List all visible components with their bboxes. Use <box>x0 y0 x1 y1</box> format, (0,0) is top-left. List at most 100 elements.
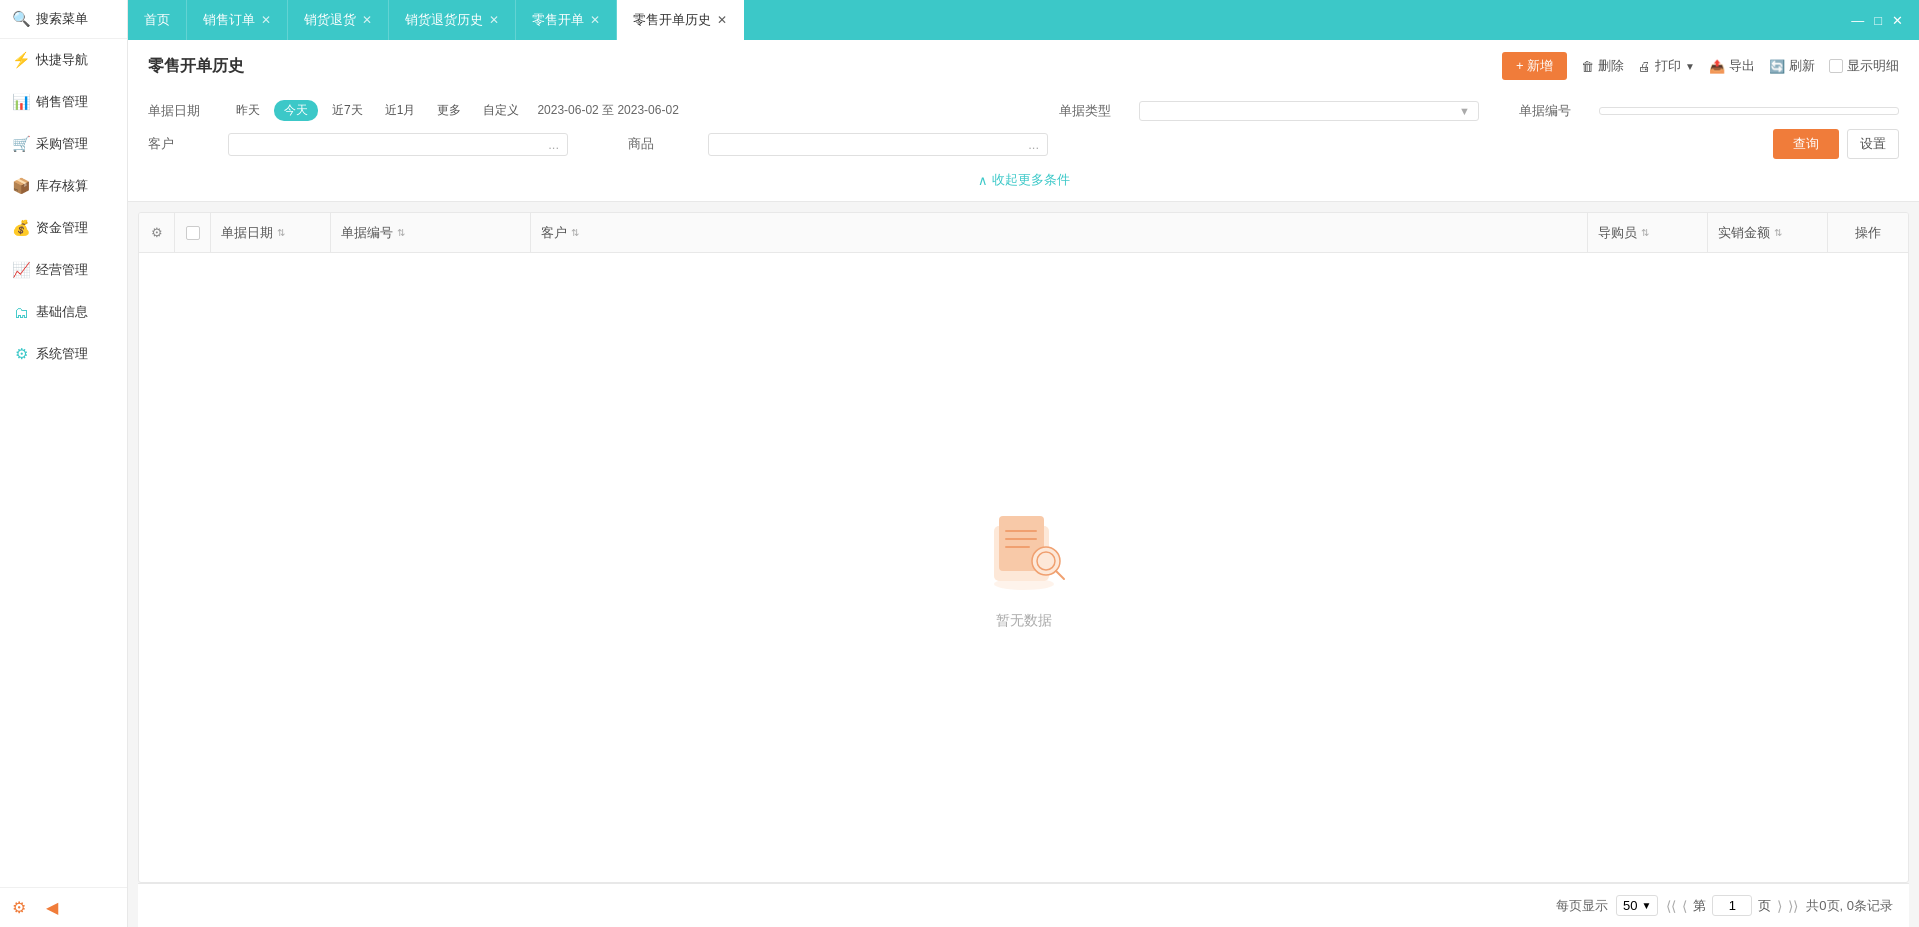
date-range-display: 2023-06-02 至 2023-06-02 <box>537 102 678 119</box>
customer-filter-input[interactable]: ... <box>228 133 568 156</box>
settings-button[interactable]: 设置 <box>1847 129 1899 159</box>
select-all-checkbox[interactable] <box>175 213 211 252</box>
sidebar-label-sys-mgmt: 系统管理 <box>36 345 88 363</box>
tab-home[interactable]: 首页 <box>128 0 187 40</box>
page-nav: ⟨⟨ ⟨ 第 页 ⟩ ⟩⟩ <box>1666 895 1798 916</box>
col-number[interactable]: 单据编号 ⇅ <box>331 213 531 252</box>
date-btn-today[interactable]: 今天 <box>274 100 318 121</box>
page-size-arrow: ▼ <box>1641 900 1651 911</box>
print-button[interactable]: 🖨 打印 ▼ <box>1638 57 1695 75</box>
date-btn-yesterday[interactable]: 昨天 <box>228 100 268 121</box>
tab-sales-order-close[interactable]: ✕ <box>261 13 271 27</box>
date-btn-7days[interactable]: 近7天 <box>324 100 371 121</box>
sidebar-item-basic-info[interactable]: 🗂 基础信息 <box>0 291 127 333</box>
collapse-label: 收起更多条件 <box>992 171 1070 189</box>
sidebar-item-ops-mgmt[interactable]: 📈 经营管理 <box>0 249 127 291</box>
print-dropdown-icon: ▼ <box>1685 61 1695 72</box>
collapse-filter-button[interactable]: ∧ 收起更多条件 <box>148 167 1899 193</box>
customer-filter-label: 客户 <box>148 135 208 153</box>
refresh-label: 刷新 <box>1789 57 1815 75</box>
svg-line-8 <box>1056 571 1064 579</box>
delete-label: 删除 <box>1598 57 1624 75</box>
col-guide[interactable]: 导购员 ⇅ <box>1588 213 1708 252</box>
query-button[interactable]: 查询 <box>1773 129 1839 159</box>
window-minimize-icon[interactable]: — <box>1851 13 1864 28</box>
page-size-value: 50 <box>1623 898 1637 913</box>
tab-bar: 首页 销售订单 ✕ 销货退货 ✕ 销货退货历史 ✕ 零售开单 ✕ 零售开单历史 … <box>128 0 1919 40</box>
sidebar-item-finance-mgmt[interactable]: 💰 资金管理 <box>0 207 127 249</box>
window-close-icon[interactable]: ✕ <box>1892 13 1903 28</box>
print-label: 打印 <box>1655 57 1681 75</box>
date-btn-1month[interactable]: 近1月 <box>377 100 424 121</box>
sidebar-label-inventory: 库存核算 <box>36 177 88 195</box>
type-filter-label: 单据类型 <box>1059 102 1119 120</box>
page-last-button[interactable]: ⟩⟩ <box>1788 898 1798 914</box>
tab-retail-open-history-close[interactable]: ✕ <box>717 13 727 27</box>
page-prev-button[interactable]: ⟨ <box>1682 898 1687 914</box>
tab-retail-open-close[interactable]: ✕ <box>590 13 600 27</box>
col-customer-sort: ⇅ <box>571 227 579 238</box>
purchase-mgmt-icon: 🛒 <box>12 135 30 153</box>
tab-sales-order[interactable]: 销售订单 ✕ <box>187 0 288 40</box>
add-button[interactable]: + 新增 <box>1502 52 1567 80</box>
export-button[interactable]: 📤 导出 <box>1709 57 1755 75</box>
window-maximize-icon[interactable]: □ <box>1874 13 1882 28</box>
sidebar-item-purchase-mgmt[interactable]: 🛒 采购管理 <box>0 123 127 165</box>
tab-retail-open-history-label: 零售开单历史 <box>633 11 711 29</box>
basic-info-icon: 🗂 <box>12 303 30 321</box>
page-first-button[interactable]: ⟨⟨ <box>1666 898 1676 914</box>
number-filter-input[interactable] <box>1599 107 1899 115</box>
delete-button[interactable]: 🗑 删除 <box>1581 57 1624 75</box>
page-next-button[interactable]: ⟩ <box>1777 898 1782 914</box>
refresh-button[interactable]: 🔄 刷新 <box>1769 57 1815 75</box>
empty-illustration <box>974 506 1074 596</box>
sidebar-search[interactable]: 🔍 搜索菜单 <box>0 0 127 39</box>
col-customer[interactable]: 客户 ⇅ <box>531 213 1588 252</box>
sidebar-item-sales-mgmt[interactable]: 📊 销售管理 <box>0 81 127 123</box>
sidebar-label-finance-mgmt: 资金管理 <box>36 219 88 237</box>
tab-sales-return[interactable]: 销货退货 ✕ <box>288 0 389 40</box>
sidebar-label-quick-nav: 快捷导航 <box>36 51 88 69</box>
col-amount[interactable]: 实销金额 ⇅ <box>1708 213 1828 252</box>
product-filter-input[interactable]: ... <box>708 133 1048 156</box>
tab-sales-return-history[interactable]: 销货退货历史 ✕ <box>389 0 516 40</box>
filter-area: 单据日期 昨天 今天 近7天 近1月 更多 自定义 2023-06-02 至 2… <box>148 90 1899 201</box>
col-date-sort: ⇅ <box>277 227 285 238</box>
col-date[interactable]: 单据日期 ⇅ <box>211 213 331 252</box>
delete-icon: 🗑 <box>1581 59 1594 74</box>
refresh-icon: 🔄 <box>1769 59 1785 74</box>
collapse-sidebar-icon[interactable]: ◀ <box>46 898 58 917</box>
page-number-input[interactable] <box>1712 895 1752 916</box>
sidebar-label-purchase-mgmt: 采购管理 <box>36 135 88 153</box>
page-size-select[interactable]: 50 ▼ <box>1616 895 1658 916</box>
sidebar-item-inventory[interactable]: 📦 库存核算 <box>0 165 127 207</box>
tab-sales-return-history-close[interactable]: ✕ <box>489 13 499 27</box>
date-filter-label: 单据日期 <box>148 102 208 120</box>
col-guide-label: 导购员 <box>1598 224 1637 242</box>
column-settings-button[interactable]: ⚙ <box>139 213 175 252</box>
date-btn-more[interactable]: 更多 <box>429 100 469 121</box>
empty-text: 暂无数据 <box>996 612 1052 630</box>
finance-mgmt-icon: 💰 <box>12 219 30 237</box>
sidebar-item-sys-mgmt[interactable]: ⚙ 系统管理 <box>0 333 127 375</box>
sidebar: 🔍 搜索菜单 ⚡ 快捷导航 📊 销售管理 🛒 采购管理 📦 库存核算 💰 资金管… <box>0 0 128 927</box>
checkbox-icon <box>186 226 200 240</box>
tab-sales-return-history-label: 销货退货历史 <box>405 11 483 29</box>
page-suffix: 页 <box>1758 897 1771 915</box>
print-icon: 🖨 <box>1638 59 1651 74</box>
col-action: 操作 <box>1828 213 1908 252</box>
sidebar-bottom: ⚙ ◀ <box>0 887 127 927</box>
page-label: 第 <box>1693 897 1706 915</box>
tab-retail-open-history[interactable]: 零售开单历史 ✕ <box>617 0 744 40</box>
settings-bottom-icon[interactable]: ⚙ <box>12 898 26 917</box>
settings-icon: ⚙ <box>151 225 163 240</box>
tab-sales-return-close[interactable]: ✕ <box>362 13 372 27</box>
type-filter-select[interactable]: ▼ <box>1139 101 1479 121</box>
page-size-label: 每页显示 <box>1556 897 1608 915</box>
sidebar-label-ops-mgmt: 经营管理 <box>36 261 88 279</box>
collapse-up-icon: ∧ <box>978 173 988 188</box>
sidebar-item-quick-nav[interactable]: ⚡ 快捷导航 <box>0 39 127 81</box>
date-btn-custom[interactable]: 自定义 <box>475 100 527 121</box>
tab-retail-open[interactable]: 零售开单 ✕ <box>516 0 617 40</box>
display-detail-button[interactable]: 显示明细 <box>1829 57 1899 75</box>
